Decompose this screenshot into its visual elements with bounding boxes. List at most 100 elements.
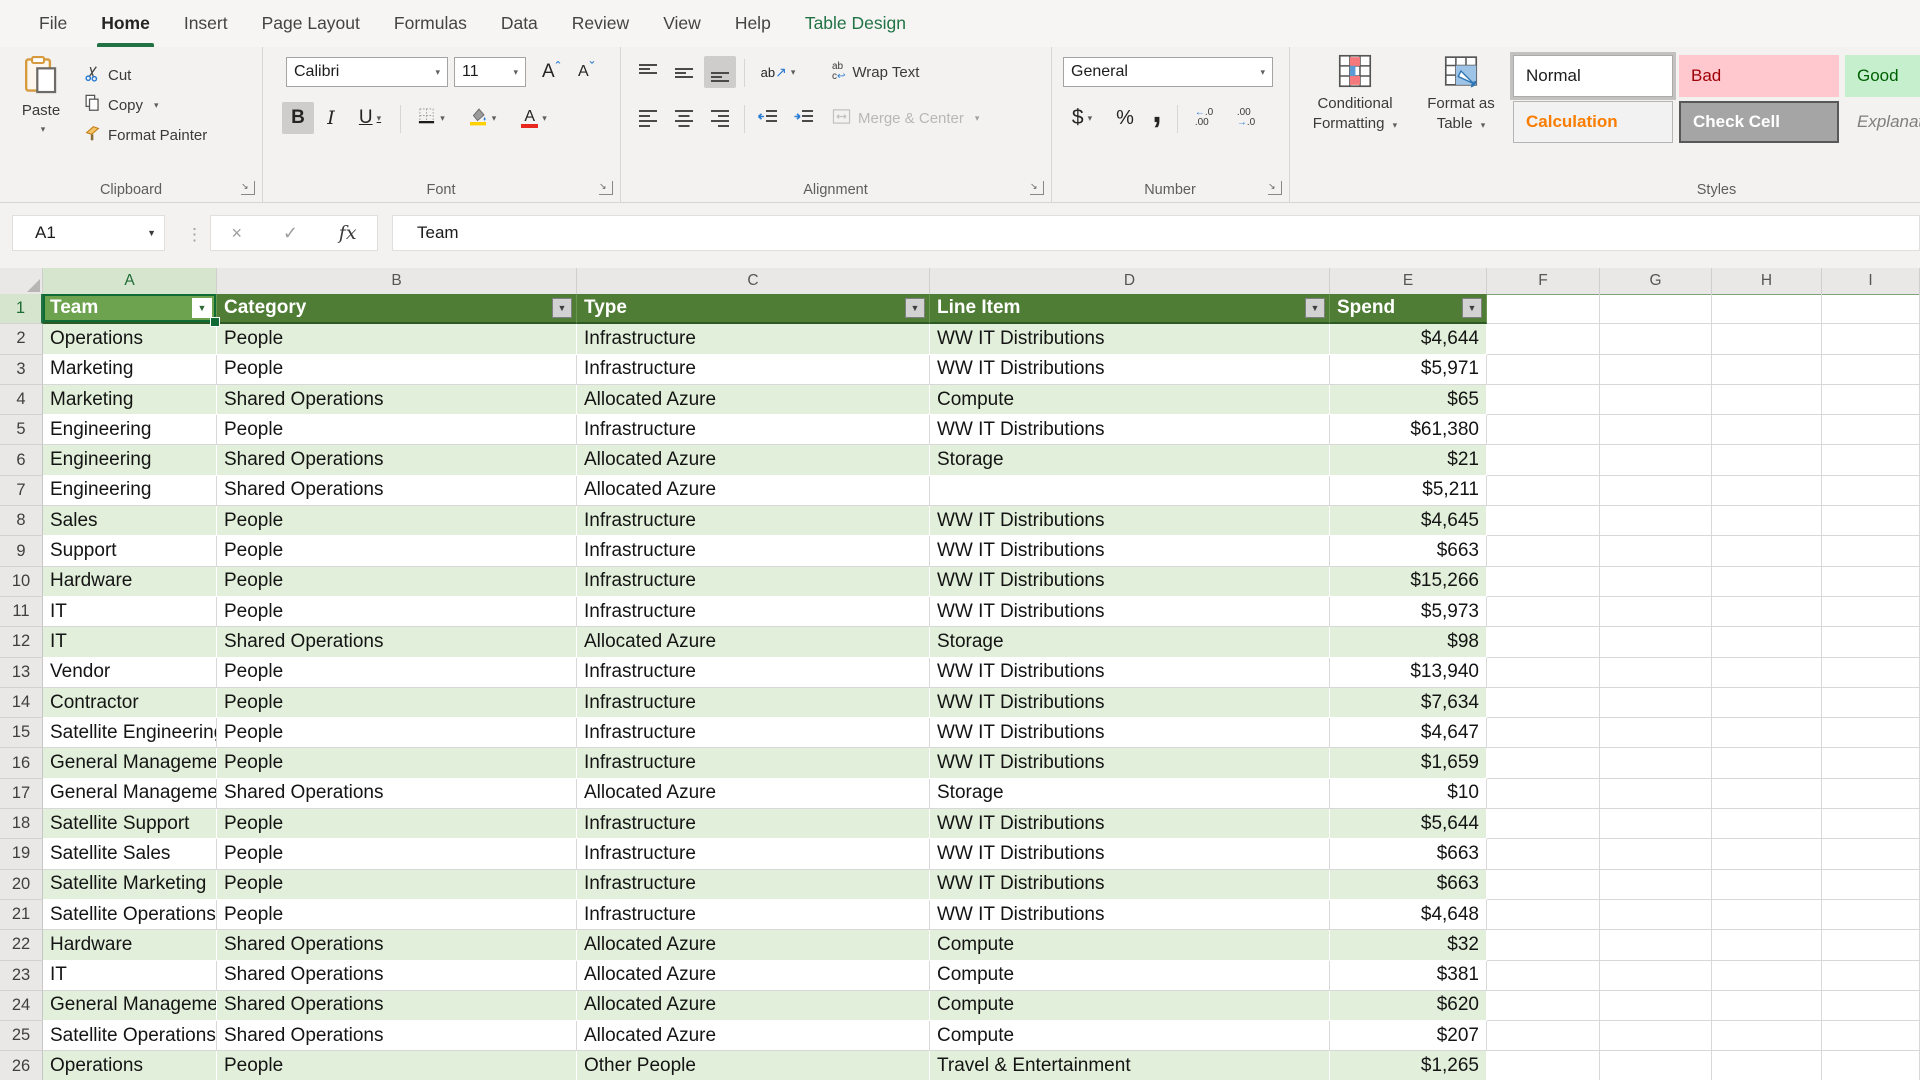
cell-H11[interactable] — [1712, 597, 1822, 627]
cell-D26[interactable]: Travel & Entertainment — [930, 1051, 1330, 1080]
cell-A12[interactable]: IT — [43, 627, 217, 657]
row-header-25[interactable]: 25 — [0, 1021, 43, 1051]
cell-B2[interactable]: People — [217, 324, 577, 354]
cell-C10[interactable]: Infrastructure — [577, 567, 930, 597]
cell-B24[interactable]: Shared Operations — [217, 991, 577, 1021]
cell-B9[interactable]: People — [217, 536, 577, 566]
column-header-I[interactable]: I — [1822, 268, 1920, 294]
cell-A24[interactable]: General Management — [43, 991, 217, 1021]
increase-indent-button[interactable] — [788, 102, 820, 134]
cell-A17[interactable]: General Management — [43, 779, 217, 809]
filter-button-line-item[interactable]: ▼ — [1305, 298, 1325, 318]
cell-E14[interactable]: $7,634 — [1330, 688, 1487, 718]
cell-B17[interactable]: Shared Operations — [217, 779, 577, 809]
cell-I10[interactable] — [1822, 567, 1920, 597]
style-chip-normal[interactable]: Normal — [1513, 55, 1673, 97]
cell-C15[interactable]: Infrastructure — [577, 718, 930, 748]
cell-E22[interactable]: $32 — [1330, 930, 1487, 960]
conditional-formatting-button[interactable]: Conditional Formatting ▾ — [1297, 53, 1413, 135]
align-center-button[interactable] — [668, 102, 700, 134]
select-all-corner[interactable] — [0, 268, 43, 294]
cell-A4[interactable]: Marketing — [43, 385, 217, 415]
cell-B7[interactable]: Shared Operations — [217, 476, 577, 506]
cell-A5[interactable]: Engineering — [43, 415, 217, 445]
row-header-14[interactable]: 14 — [0, 688, 43, 718]
cell-F16[interactable] — [1487, 748, 1600, 778]
paste-button[interactable]: Paste ▾ — [12, 55, 70, 137]
grow-font-button[interactable]: Aˆ — [534, 56, 568, 88]
filter-button-type[interactable]: ▼ — [905, 298, 925, 318]
column-header-C[interactable]: C — [577, 268, 930, 294]
cell-A3[interactable]: Marketing — [43, 355, 217, 385]
style-chip-explanatory-[interactable]: Explanatory... — [1845, 101, 1920, 143]
cell-F15[interactable] — [1487, 718, 1600, 748]
cell-D24[interactable]: Compute — [930, 991, 1330, 1021]
cell-B4[interactable]: Shared Operations — [217, 385, 577, 415]
cell-B12[interactable]: Shared Operations — [217, 627, 577, 657]
tab-formulas[interactable]: Formulas — [377, 0, 484, 47]
table-header-cell-team[interactable]: Team▼ — [43, 294, 217, 324]
style-chip-calculation[interactable]: Calculation — [1513, 101, 1673, 143]
cell-C20[interactable]: Infrastructure — [577, 870, 930, 900]
cell-F24[interactable] — [1487, 991, 1600, 1021]
cell-C16[interactable]: Infrastructure — [577, 748, 930, 778]
font-family-combobox[interactable]: Calibri ▾ — [286, 57, 448, 87]
cell-G7[interactable] — [1600, 476, 1712, 506]
format-painter-button[interactable]: Format Painter — [84, 121, 207, 149]
cell-D14[interactable]: WW IT Distributions — [930, 688, 1330, 718]
cell-D10[interactable]: WW IT Distributions — [930, 567, 1330, 597]
enter-check-icon[interactable]: ✓ — [283, 223, 298, 244]
row-header-11[interactable]: 11 — [0, 597, 43, 627]
cell-B11[interactable]: People — [217, 597, 577, 627]
cell-F14[interactable] — [1487, 688, 1600, 718]
filter-button-team[interactable]: ▼ — [192, 298, 212, 318]
column-header-A[interactable]: A — [43, 268, 217, 294]
cell-E16[interactable]: $1,659 — [1330, 748, 1487, 778]
cell-G18[interactable] — [1600, 809, 1712, 839]
cell-B15[interactable]: People — [217, 718, 577, 748]
cell-A16[interactable]: General Management — [43, 748, 217, 778]
cell-H20[interactable] — [1712, 870, 1822, 900]
cell-E20[interactable]: $663 — [1330, 870, 1487, 900]
cell-D18[interactable]: WW IT Distributions — [930, 809, 1330, 839]
cell-F6[interactable] — [1487, 445, 1600, 475]
cell-I9[interactable] — [1822, 536, 1920, 566]
cell-E21[interactable]: $4,648 — [1330, 900, 1487, 930]
cell-B23[interactable]: Shared Operations — [217, 961, 577, 991]
fill-color-button[interactable]: ▾ — [458, 102, 506, 134]
row-header-15[interactable]: 15 — [0, 718, 43, 748]
cell-F20[interactable] — [1487, 870, 1600, 900]
cell-I16[interactable] — [1822, 748, 1920, 778]
cell-E3[interactable]: $5,971 — [1330, 355, 1487, 385]
cell-A9[interactable]: Support — [43, 536, 217, 566]
tab-page-layout[interactable]: Page Layout — [245, 0, 377, 47]
cell-I17[interactable] — [1822, 779, 1920, 809]
cell-B5[interactable]: People — [217, 415, 577, 445]
font-dialog-launcher[interactable]: ↘ — [599, 181, 613, 195]
cell-I25[interactable] — [1822, 1021, 1920, 1051]
cell-E4[interactable]: $65 — [1330, 385, 1487, 415]
cell-G12[interactable] — [1600, 627, 1712, 657]
cell-D15[interactable]: WW IT Distributions — [930, 718, 1330, 748]
bold-button[interactable]: B — [282, 102, 314, 134]
cell-C6[interactable]: Allocated Azure — [577, 445, 930, 475]
column-header-D[interactable]: D — [930, 268, 1330, 294]
wrap-text-button[interactable]: ab c↩ Wrap Text — [832, 58, 919, 86]
cell-B20[interactable]: People — [217, 870, 577, 900]
cell-G16[interactable] — [1600, 748, 1712, 778]
cell-H18[interactable] — [1712, 809, 1822, 839]
cell-F3[interactable] — [1487, 355, 1600, 385]
cell-C18[interactable]: Infrastructure — [577, 809, 930, 839]
cell-I15[interactable] — [1822, 718, 1920, 748]
cell-E11[interactable]: $5,973 — [1330, 597, 1487, 627]
cell-C21[interactable]: Infrastructure — [577, 900, 930, 930]
style-chip-good[interactable]: Good — [1845, 55, 1920, 97]
name-box[interactable]: A1 ▼ — [12, 215, 165, 251]
cell-G14[interactable] — [1600, 688, 1712, 718]
cell-B6[interactable]: Shared Operations — [217, 445, 577, 475]
cell-C11[interactable]: Infrastructure — [577, 597, 930, 627]
cut-button[interactable]: Cut — [84, 61, 131, 89]
middle-align-button[interactable] — [668, 56, 700, 88]
row-header-21[interactable]: 21 — [0, 900, 43, 930]
cell-A21[interactable]: Satellite Operations — [43, 900, 217, 930]
